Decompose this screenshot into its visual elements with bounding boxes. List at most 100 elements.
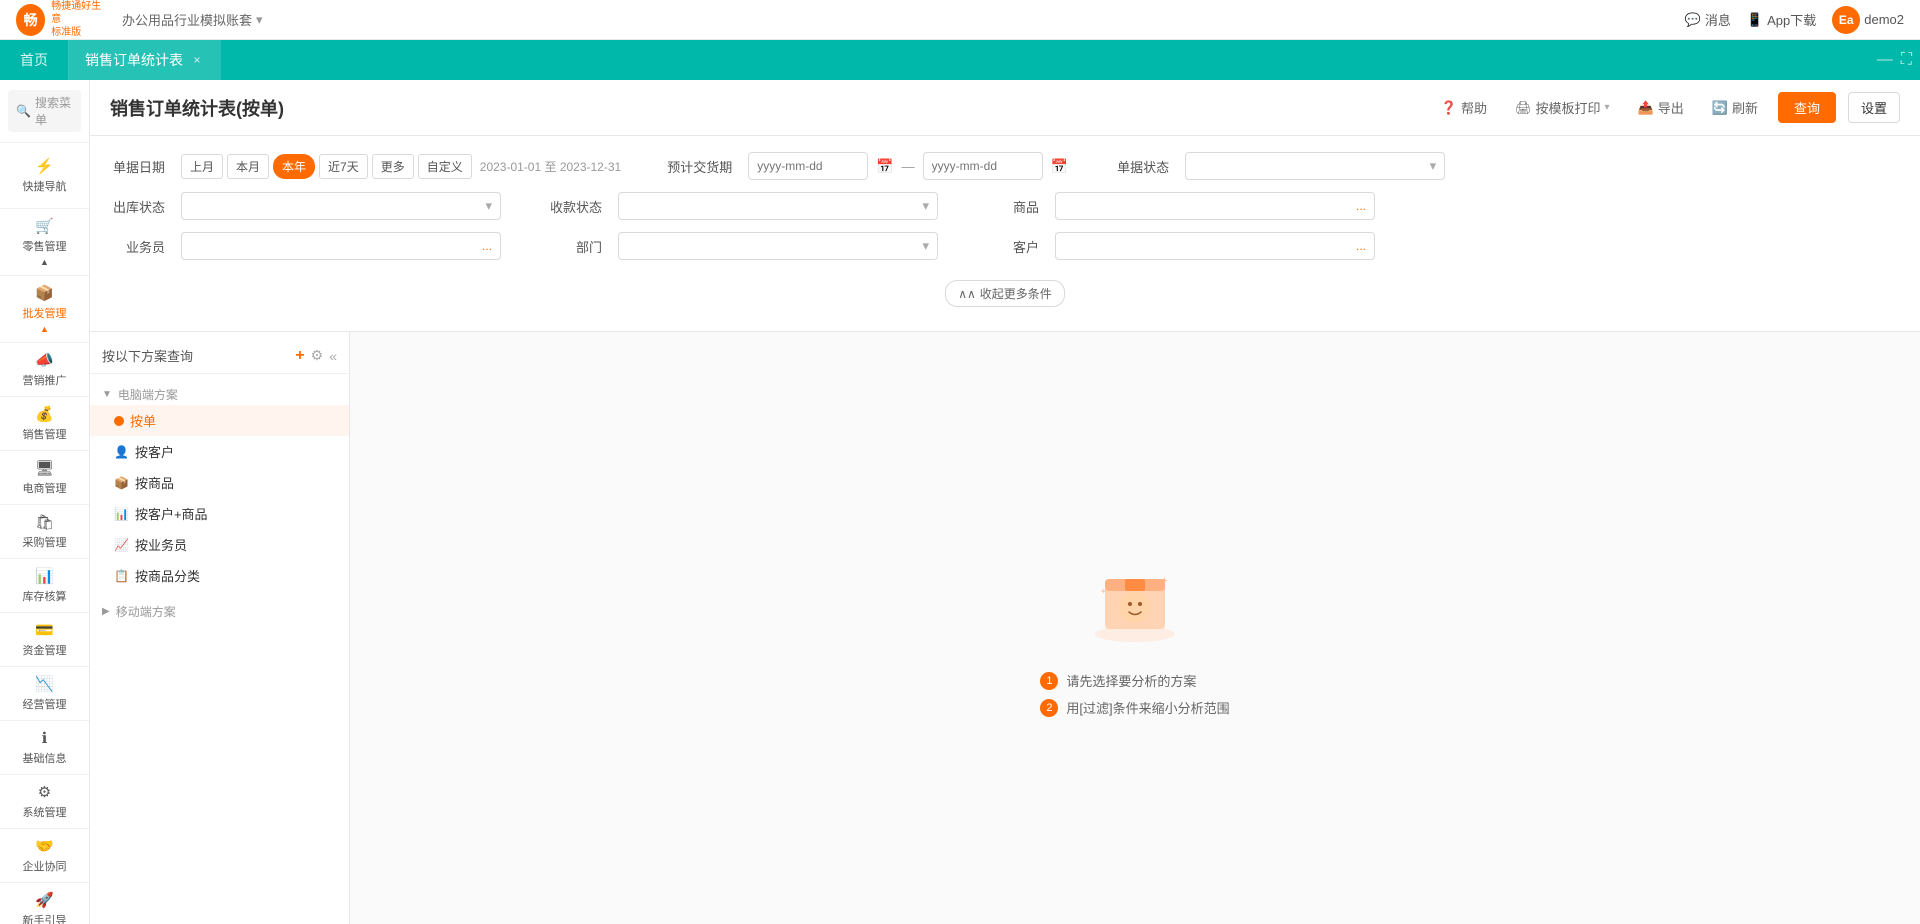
tabbar-actions: — ⛶ (1877, 51, 1920, 69)
ship-status-select[interactable]: ▾ (181, 192, 501, 220)
sidebar-item-purchase[interactable]: 🛍 采购管理 (0, 505, 89, 558)
user-menu[interactable]: Ea demo2 (1832, 6, 1904, 34)
add-scheme-btn[interactable]: + (295, 347, 304, 365)
last-month-btn[interactable]: 上月 (181, 154, 223, 179)
refresh-button[interactable]: 🔄 刷新 (1704, 94, 1766, 121)
salesperson-more-icon[interactable]: ... (482, 239, 492, 253)
scheme-by-customer-goods[interactable]: 📊 按客户+商品 (90, 498, 349, 529)
inventory-icon: 📊 (35, 567, 54, 585)
main-layout: 🔍 搜索菜单 ⚡ 快捷导航 🛒 零售管理 ▲ 📦 批发管理 ▲ (0, 80, 1920, 924)
sidebar-item-retail[interactable]: 🛒 零售管理 ▲ (0, 209, 89, 275)
search-menu-box[interactable]: 🔍 搜索菜单 (8, 90, 81, 132)
tab-label: 销售订单统计表 (85, 50, 183, 70)
print-button[interactable]: 🖨 按模板打印 ▾ (1507, 94, 1618, 121)
expand-icon[interactable]: ▼ (102, 389, 112, 400)
date-dash: — (902, 159, 915, 174)
collection-status-select[interactable]: ▾ (618, 192, 938, 220)
message-button[interactable]: 💬 消息 (1685, 10, 1731, 29)
sidebar-item-finance[interactable]: 💳 资金管理 (0, 613, 89, 666)
tab-active[interactable]: 销售订单统计表 × (69, 40, 221, 80)
sidebar-item-inventory[interactable]: 📊 库存核算 (0, 559, 89, 612)
svg-text:✦: ✦ (1160, 576, 1168, 587)
status-select[interactable]: ▾ (1185, 152, 1445, 180)
sidebar-item-sales[interactable]: 💰 销售管理 (0, 397, 89, 450)
help-button[interactable]: ❓ 帮助 (1433, 94, 1495, 121)
filter-row-3: 业务员 ... 部门 ▾ 客户 ... (110, 232, 1900, 260)
calendar-to-icon[interactable]: 📅 (1051, 158, 1068, 175)
sidebar-item-operation[interactable]: 📉 经营管理 (0, 667, 89, 720)
query-button[interactable]: 查询 (1778, 92, 1836, 123)
tab-home[interactable]: 首页 (0, 40, 69, 80)
tab-close-button[interactable]: × (189, 52, 205, 68)
corp-icon: 🤝 (35, 837, 54, 855)
quick-nav-item[interactable]: ⚡ 快捷导航 (0, 149, 89, 202)
expected-date-control: 📅 — 📅 (748, 152, 1068, 180)
status-label: 单据状态 (1114, 157, 1169, 176)
download-icon: 📱 (1747, 12, 1763, 28)
mobile-section-header[interactable]: ▶ 移动端方案 (90, 599, 349, 622)
wholesale-arrow-icon: ▲ (40, 324, 49, 334)
sidebar: 🔍 搜索菜单 ⚡ 快捷导航 🛒 零售管理 ▲ 📦 批发管理 ▲ (0, 80, 90, 924)
retail-icon: 🛒 (35, 217, 54, 235)
sidebar-item-ecommerce[interactable]: 🖥 电商管理 (0, 451, 89, 504)
salesperson-control: ... (181, 232, 501, 260)
collapse-panel-btn[interactable]: « (329, 348, 337, 364)
svg-text:✦: ✦ (1100, 587, 1107, 596)
goods-control: ... (1055, 192, 1375, 220)
app-download-button[interactable]: 📱 App下载 (1747, 10, 1816, 29)
salesperson-input[interactable]: ... (181, 232, 501, 260)
empty-steps: 1 请先选择要分析的方案 2 用[过滤]条件来缩小分析范围 (1040, 671, 1229, 717)
ecommerce-icon: 🖥 (35, 459, 54, 477)
sidebar-item-basic[interactable]: ℹ 基础信息 (0, 721, 89, 774)
export-button[interactable]: 📤 导出 (1630, 94, 1692, 121)
pc-section-label: 电脑端方案 (118, 386, 178, 403)
sales-icon: 💰 (35, 405, 54, 423)
search-label: 搜索菜单 (35, 94, 73, 128)
quick-nav-label: 快捷导航 (23, 178, 67, 194)
more-date-btn[interactable]: 更多 (372, 154, 414, 179)
sidebar-item-guide[interactable]: 🚀 新手引导 (0, 883, 89, 924)
settings-scheme-btn[interactable]: ⚙ (311, 347, 324, 364)
scheme-by-customer[interactable]: 👤 按客户 (90, 436, 349, 467)
sidebar-item-system[interactable]: ⚙ 系统管理 (0, 775, 89, 828)
customer-more-icon[interactable]: ... (1356, 239, 1366, 253)
expected-date-from[interactable] (748, 152, 868, 180)
refresh-icon: 🔄 (1712, 100, 1728, 116)
sidebar-item-wholesale[interactable]: 📦 批发管理 ▲ (0, 276, 89, 342)
operation-icon: 📉 (35, 675, 54, 693)
expected-date-to[interactable] (923, 152, 1043, 180)
username-label: demo2 (1864, 12, 1904, 27)
scheme-by-salesperson[interactable]: 📈 按业务员 (90, 529, 349, 560)
mobile-expand-icon[interactable]: ▶ (102, 606, 110, 617)
this-year-btn[interactable]: 本年 (273, 154, 315, 179)
tabbar: 首页 销售订单统计表 × — ⛶ (0, 40, 1920, 80)
department-select[interactable]: ▾ (618, 232, 938, 260)
sidebar-item-marketing[interactable]: 📣 营销推广 (0, 343, 89, 396)
calendar-from-icon[interactable]: 📅 (876, 158, 893, 175)
sidebar-item-corp[interactable]: 🤝 企业协同 (0, 829, 89, 882)
goods-input[interactable]: ... (1055, 192, 1375, 220)
scheme-by-order[interactable]: 按单 (90, 405, 349, 436)
search-menu-area[interactable]: 🔍 搜索菜单 (0, 80, 89, 143)
goods-scheme-icon: 📦 (114, 476, 129, 490)
customer-input[interactable]: ... (1055, 232, 1375, 260)
system-icon: ⚙ (38, 783, 51, 801)
goods-more-icon[interactable]: ... (1356, 199, 1366, 213)
minimize-button[interactable]: — (1877, 51, 1893, 69)
custom-date-btn[interactable]: 自定义 (418, 154, 472, 179)
maximize-button[interactable]: ⛶ (1901, 51, 1912, 69)
finance-label: 资金管理 (23, 642, 67, 658)
date-control: 上月 本月 本年 近7天 更多 自定义 2023-01-01 至 2023-12… (181, 154, 621, 179)
topbar-left: 畅 畅捷通好生意 标准版 办公用品行业模拟账套 ▾ (16, 0, 263, 39)
scheme-by-goods[interactable]: 📦 按商品 (90, 467, 349, 498)
last7-btn[interactable]: 近7天 (319, 154, 368, 179)
avatar: Ea (1832, 6, 1860, 34)
collapse-filter-btn[interactable]: ∧∧ 收起更多条件 (945, 280, 1065, 307)
quick-nav-icon: ⚡ (35, 157, 54, 175)
breadcrumb-arrow-icon[interactable]: ▾ (256, 12, 263, 28)
collection-arrow-icon: ▾ (922, 198, 929, 214)
logo-area: 畅 畅捷通好生意 标准版 (16, 0, 106, 39)
this-month-btn[interactable]: 本月 (227, 154, 269, 179)
scheme-by-goods-category[interactable]: 📋 按商品分类 (90, 560, 349, 591)
settings-button[interactable]: 设置 (1848, 92, 1900, 123)
